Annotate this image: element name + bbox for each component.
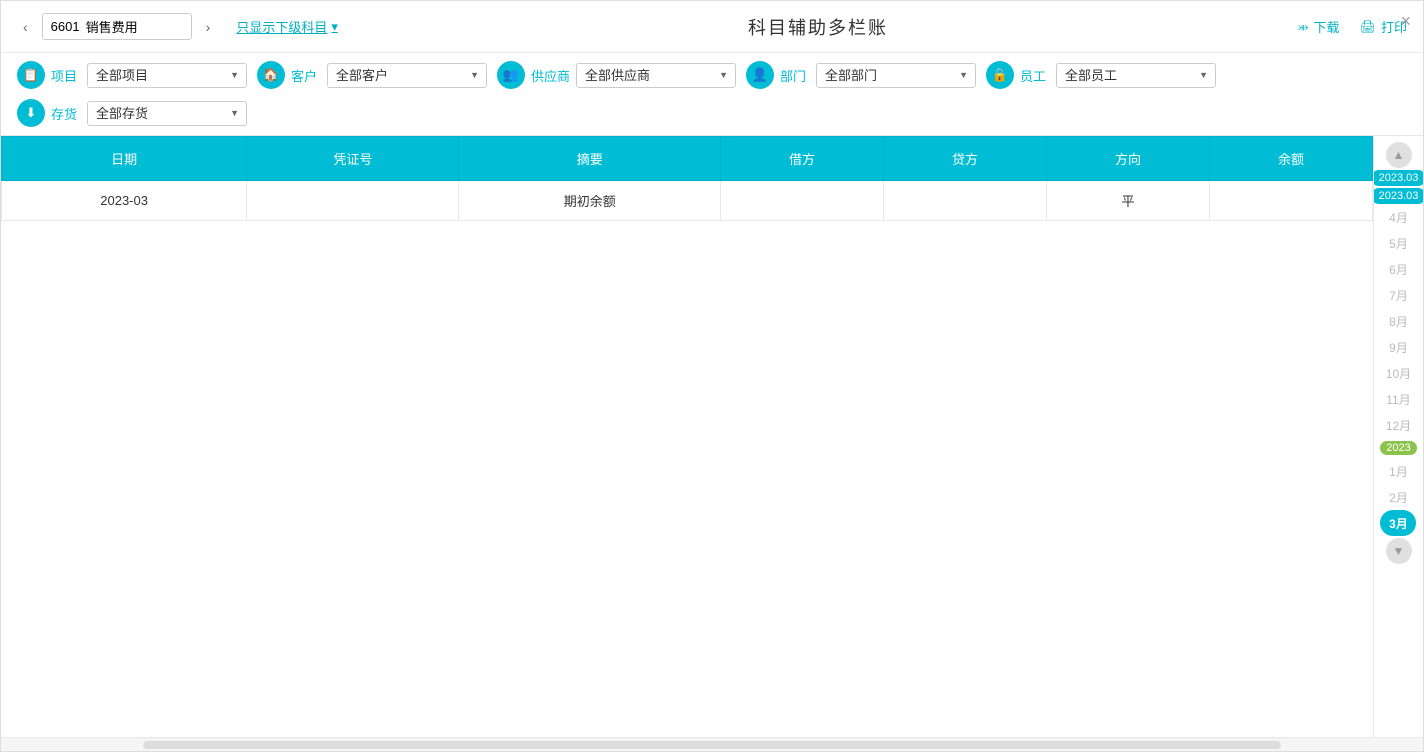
project-filter-row: 📋 项目 全部项目: [17, 61, 247, 89]
account-code-field: 6601 销售费用: [42, 13, 192, 40]
ledger-table: 日期 凭证号 摘要 借方 贷方 方向 余额 2023-03 期初余额 平: [1, 136, 1373, 221]
col-debit: 借方: [721, 137, 884, 181]
cell-direction: 平: [1046, 181, 1209, 221]
main-content: 日期 凭证号 摘要 借方 贷方 方向 余额 2023-03 期初余额 平: [1, 136, 1373, 737]
customer-label: 客户: [291, 66, 321, 85]
col-credit: 贷方: [883, 137, 1046, 181]
filter-bar: 📋 项目 全部项目 🏠 客户 全部客户 👥 供应商 全部供应商: [1, 53, 1423, 136]
customer-icon: 🏠: [257, 61, 285, 89]
supplier-select-wrapper: 全部供应商: [576, 63, 736, 88]
timeline-selected-bottom[interactable]: 2023.03: [1373, 188, 1423, 204]
customer-filter-row: 🏠 客户 全部客户: [257, 61, 487, 89]
timeline-item[interactable]: 4月: [1380, 204, 1416, 230]
close-button[interactable]: ×: [1400, 11, 1411, 32]
table-container: 日期 凭证号 摘要 借方 贷方 方向 余额 2023-03 期初余额 平: [1, 136, 1423, 737]
cell-balance: [1209, 181, 1372, 221]
department-label: 部门: [780, 66, 810, 85]
timeline-panel: ▲ 2023.03 2023.03 4月5月6月7月8月9月10月11月12月 2…: [1373, 136, 1423, 737]
timeline-item[interactable]: 5月: [1380, 230, 1416, 256]
timeline-scroll-down-button[interactable]: ▼: [1386, 538, 1412, 564]
employee-icon: 🔒: [986, 61, 1014, 89]
nav-next-button[interactable]: ›: [200, 17, 217, 37]
timeline-item[interactable]: 7月: [1380, 282, 1416, 308]
project-select-wrapper: 全部项目: [87, 63, 247, 88]
download-button[interactable]: ⤕ 下载: [1298, 17, 1339, 36]
cell-voucher: [247, 181, 459, 221]
department-icon: 👤: [746, 61, 774, 89]
nav-prev-button[interactable]: ‹: [17, 17, 34, 37]
col-direction: 方向: [1046, 137, 1209, 181]
supplier-icon: 👥: [497, 61, 525, 89]
account-code-text: 6601: [51, 19, 80, 34]
col-summary: 摘要: [459, 137, 721, 181]
table-header-row: 日期 凭证号 摘要 借方 贷方 方向 余额: [2, 137, 1373, 181]
inventory-select[interactable]: 全部存货: [87, 101, 247, 126]
timeline-item[interactable]: 6月: [1380, 256, 1416, 282]
col-voucher: 凭证号: [247, 137, 459, 181]
inventory-filter-row: ⬇ 存货 全部存货: [17, 99, 247, 127]
department-filter-row: 👤 部门 全部部门: [746, 61, 976, 89]
show-sub-filter[interactable]: 只显示下级科目 ▾: [236, 17, 338, 36]
project-icon: 📋: [17, 61, 45, 89]
timeline-scroll-up-button[interactable]: ▲: [1386, 142, 1412, 168]
horizontal-scrollbar-track: [143, 741, 1281, 749]
account-name-text: 销售费用: [86, 17, 138, 36]
employee-filter-row: 🔒 员工 全部员工: [986, 61, 1216, 89]
project-select[interactable]: 全部项目: [87, 63, 247, 88]
timeline-item[interactable]: 2023: [1380, 441, 1416, 455]
print-icon: 🖨: [1359, 19, 1376, 35]
timeline-item[interactable]: 11月: [1380, 386, 1416, 412]
department-select-wrapper: 全部部门: [816, 63, 976, 88]
table-body: 2023-03 期初余额 平: [2, 181, 1373, 221]
cell-summary: 期初余额: [459, 181, 721, 221]
timeline-item[interactable]: 1月: [1380, 458, 1416, 484]
timeline-item[interactable]: 2月: [1380, 484, 1416, 510]
employee-select[interactable]: 全部员工: [1056, 63, 1216, 88]
supplier-select[interactable]: 全部供应商: [576, 63, 736, 88]
chevron-down-icon: ▾: [331, 19, 338, 35]
download-icon: ⤕: [1298, 19, 1308, 35]
cell-debit: [721, 181, 884, 221]
department-select[interactable]: 全部部门: [816, 63, 976, 88]
inventory-icon: ⬇: [17, 99, 45, 127]
main-window: ‹ 6601 销售费用 › 只显示下级科目 ▾ 科目辅助多栏账 ⤕ 下载 🖨 打…: [0, 0, 1424, 752]
col-date: 日期: [2, 137, 247, 181]
show-sub-label: 只显示下级科目: [236, 17, 327, 36]
col-balance: 余额: [1209, 137, 1372, 181]
employee-label: 员工: [1020, 66, 1050, 85]
page-title: 科目辅助多栏账: [346, 14, 1290, 40]
supplier-filter-row: 👥 供应商 全部供应商: [497, 61, 736, 89]
download-label: 下载: [1313, 17, 1339, 36]
top-bar: ‹ 6601 销售费用 › 只显示下级科目 ▾ 科目辅助多栏账 ⤕ 下载 🖨 打…: [1, 1, 1423, 53]
customer-select[interactable]: 全部客户: [327, 63, 487, 88]
timeline-item[interactable]: 10月: [1380, 360, 1416, 386]
timeline-selected-top[interactable]: 2023.03: [1373, 170, 1423, 186]
supplier-label: 供应商: [531, 66, 570, 85]
timeline-item[interactable]: 3月: [1380, 510, 1416, 536]
timeline-item[interactable]: 9月: [1380, 334, 1416, 360]
timeline-item[interactable]: 8月: [1380, 308, 1416, 334]
timeline-months: 4月5月6月7月8月9月10月11月12月 2023 1月2月3月: [1380, 204, 1416, 536]
inventory-select-wrapper: 全部存货: [87, 101, 247, 126]
cell-date: 2023-03: [2, 181, 247, 221]
table-row: 2023-03 期初余额 平: [2, 181, 1373, 221]
inventory-label: 存货: [51, 104, 81, 123]
toolbar-right: ⤕ 下载 🖨 打印: [1298, 17, 1407, 36]
cell-credit: [883, 181, 1046, 221]
project-label: 项目: [51, 66, 81, 85]
bottom-scrollbar[interactable]: [1, 737, 1423, 751]
customer-select-wrapper: 全部客户: [327, 63, 487, 88]
timeline-item[interactable]: 12月: [1380, 412, 1416, 438]
employee-select-wrapper: 全部员工: [1056, 63, 1216, 88]
